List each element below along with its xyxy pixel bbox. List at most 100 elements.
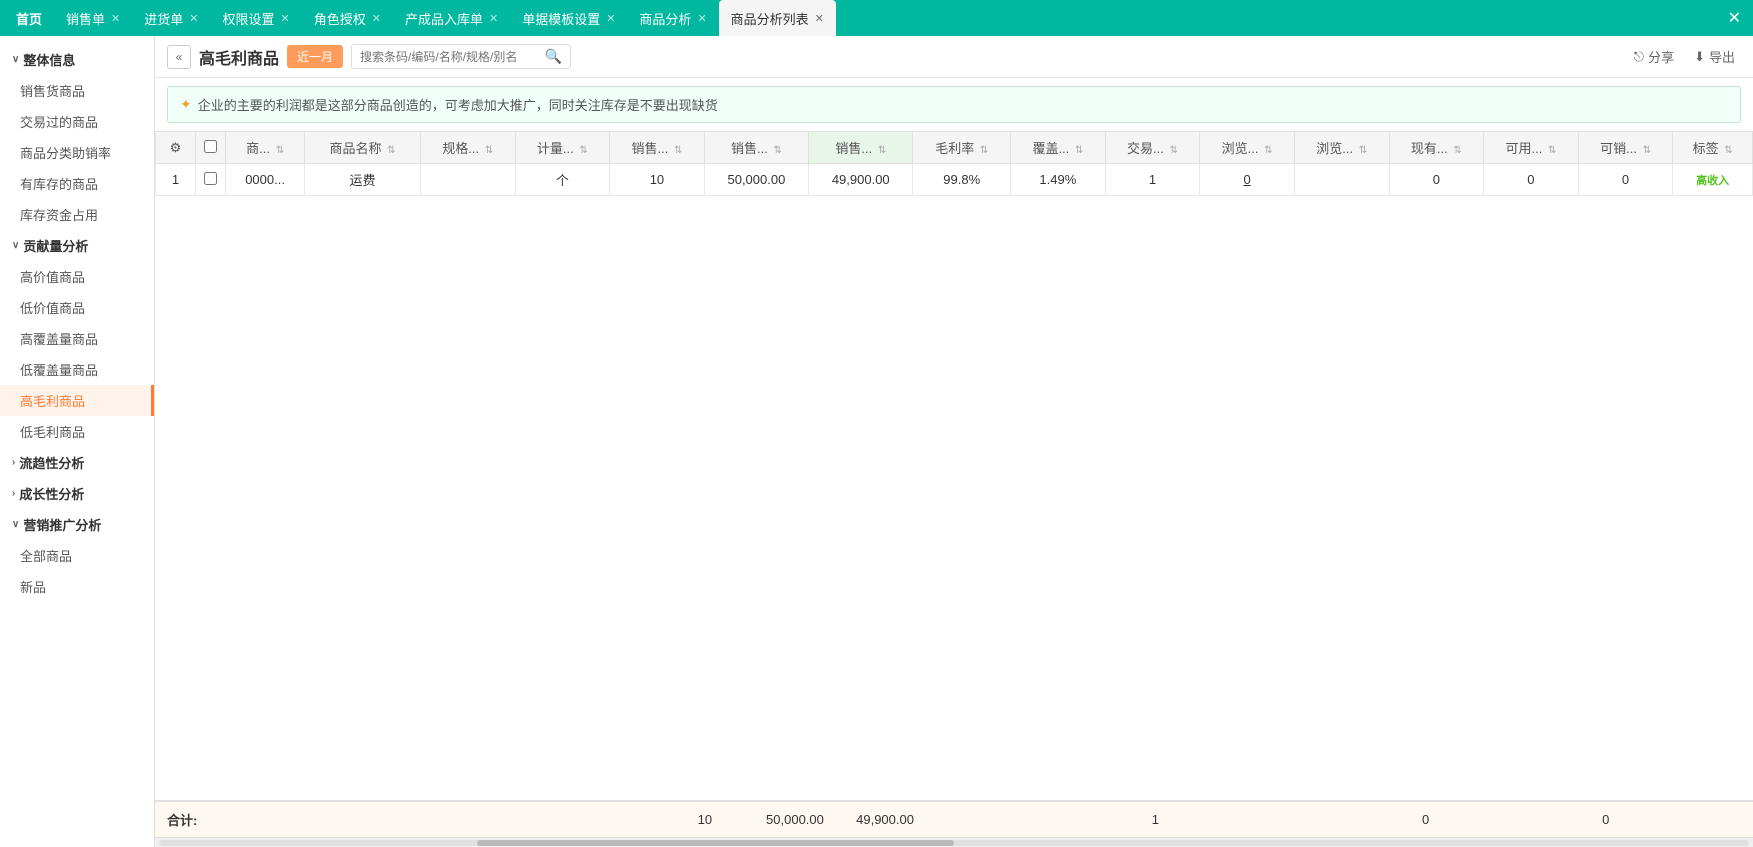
close-all-button[interactable]: ✕ [1724,8,1745,28]
tab-purchase[interactable]: 进货单 ✕ [132,0,210,36]
row-stock3: 0 [1578,164,1673,196]
tab-product-inbound[interactable]: 产成品入库单 ✕ [393,0,510,36]
sort-icon: ⇅ [674,145,682,156]
table-container[interactable]: ⚙ 商... ⇅ 商品名称 ⇅ [155,131,1753,800]
search-input[interactable] [360,50,541,64]
export-button[interactable]: ⬇ 导出 [1688,44,1741,69]
close-icon[interactable]: ✕ [697,12,706,25]
col-browse1[interactable]: 浏览... ⇅ [1200,132,1295,164]
share-button[interactable]: ⎋ 分享 [1628,44,1680,69]
sidebar-item-low-value[interactable]: 低价值商品 [0,292,154,323]
sidebar-item-stock-capital[interactable]: 库存资金占用 [0,199,154,230]
scroll-thumb[interactable] [477,840,954,846]
col-checkbox[interactable] [196,132,226,164]
col-tag[interactable]: 标签 ⇅ [1673,132,1753,164]
sidebar-group-marketing[interactable]: ∨ 营销推广分析 [0,509,154,540]
search-icon[interactable]: 🔍 [545,48,562,65]
tab-analysis[interactable]: 商品分析 ✕ [627,0,718,36]
col-name[interactable]: 商品名称 ⇅ [305,132,421,164]
row-index: 1 [156,164,196,196]
sidebar-item-all-goods[interactable]: 全部商品 [0,540,154,571]
footer-cell-8 [930,812,1020,827]
close-icon[interactable]: ✕ [111,12,120,25]
chevron-down-icon: ∨ [12,519,19,530]
content-header: « 高毛利商品 近一月 🔍 ⎋ 分享 ⬇ 导出 [155,36,1753,78]
sidebar-group-trend[interactable]: › 流趋性分析 [0,447,154,478]
chevron-down-icon: ∨ [12,240,19,251]
row-sales1: 10 [610,164,705,196]
sidebar-item-in-stock[interactable]: 有库存的商品 [0,168,154,199]
col-stock3[interactable]: 可销... ⇅ [1578,132,1673,164]
total-label: 合计: [167,810,197,829]
top-nav: 首页 销售单 ✕ 进货单 ✕ 权限设置 ✕ 角色授权 ✕ 产成品入库单 ✕ 单据… [0,0,1753,36]
sidebar-item-low-coverage[interactable]: 低覆盖量商品 [0,354,154,385]
col-coverage[interactable]: 覆盖... ⇅ [1011,132,1106,164]
sidebar-item-sales-goods[interactable]: 销售货商品 [0,75,154,106]
footer-cell-3 [480,812,570,827]
row-browse1[interactable]: 0 [1200,164,1295,196]
col-stock2[interactable]: 可用... ⇅ [1484,132,1579,164]
col-settings[interactable]: ⚙ [156,132,196,164]
col-unit[interactable]: 计量... ⇅ [515,132,610,164]
row-checkbox[interactable] [204,172,217,185]
col-sales2[interactable]: 销售... ⇅ [704,132,808,164]
sidebar-group-overall[interactable]: ∨ 整体信息 [0,44,154,75]
sidebar-item-new-goods[interactable]: 新品 [0,571,154,602]
scroll-track[interactable] [159,840,1749,846]
sidebar-item-low-margin[interactable]: 低毛利商品 [0,416,154,447]
col-sales1[interactable]: 销售... ⇅ [610,132,705,164]
tab-analysis-list[interactable]: 商品分析列表 ✕ [719,0,836,36]
footer-cell-9 [1020,812,1110,827]
row-stock2: 0 [1484,164,1579,196]
tab-role[interactable]: 角色授权 ✕ [302,0,393,36]
horizontal-scrollbar[interactable] [155,837,1753,847]
col-code[interactable]: 商... ⇅ [226,132,305,164]
close-icon[interactable]: ✕ [489,12,498,25]
footer-cell-stock3: 0 [1561,812,1651,827]
row-gross-rate: 99.8% [913,164,1011,196]
close-icon[interactable]: ✕ [281,12,290,25]
row-name: 运费 [305,164,421,196]
filter-period-button[interactable]: 近一月 [287,45,343,68]
collapse-sidebar-button[interactable]: « [167,45,191,69]
col-stock1[interactable]: 现有... ⇅ [1389,132,1484,164]
col-spec[interactable]: 规格... ⇅ [420,132,515,164]
sort-icon: ⇅ [1170,145,1178,156]
sort-icon: ⇅ [1075,145,1083,156]
tab-home[interactable]: 首页 [4,0,54,36]
tab-permission[interactable]: 权限设置 ✕ [210,0,301,36]
sidebar-item-category-rate[interactable]: 商品分类助销率 [0,137,154,168]
footer-cell-0 [209,812,299,827]
sort-icon: ⇅ [980,145,988,156]
col-transaction[interactable]: 交易... ⇅ [1105,132,1200,164]
col-browse2[interactable]: 浏览... ⇅ [1294,132,1389,164]
footer-cell-11 [1200,812,1290,827]
footer-cell-sales2: 50,000.00 [750,812,840,827]
row-checkbox-cell[interactable] [196,164,226,196]
page-title: 高毛利商品 [199,45,279,69]
chevron-down-icon: ∨ [12,54,19,65]
sidebar-item-high-margin[interactable]: 高毛利商品 [0,385,154,416]
info-banner: ✦ 企业的主要的利润都是这部分商品创造的，可考虑加大推广，同时关注库存是不要出现… [167,86,1741,123]
col-gross-rate[interactable]: 毛利率 ⇅ [913,132,1011,164]
sidebar-group-contribution[interactable]: ∨ 贡献量分析 [0,230,154,261]
select-all-checkbox[interactable] [204,140,217,153]
close-icon[interactable]: ✕ [372,12,381,25]
col-sales3[interactable]: 销售... ⇅ [809,132,913,164]
footer-cell-sales3: 49,900.00 [840,812,930,827]
sort-icon: ⇅ [1548,145,1556,156]
close-icon[interactable]: ✕ [815,12,824,25]
export-icon: ⬇ [1694,49,1705,65]
row-code[interactable]: 0000... [226,164,305,196]
sidebar-item-high-coverage[interactable]: 高覆盖量商品 [0,323,154,354]
sidebar-group-growth[interactable]: › 成长性分析 [0,478,154,509]
sidebar-item-high-value[interactable]: 高价值商品 [0,261,154,292]
footer-cell-14 [1471,812,1561,827]
chevron-right-icon: › [12,488,15,499]
close-icon[interactable]: ✕ [606,12,615,25]
tab-sales[interactable]: 销售单 ✕ [54,0,132,36]
close-icon[interactable]: ✕ [189,12,198,25]
sidebar-item-traded-goods[interactable]: 交易过的商品 [0,106,154,137]
sort-icon: ⇅ [1724,145,1732,156]
tab-template[interactable]: 单据模板设置 ✕ [510,0,627,36]
